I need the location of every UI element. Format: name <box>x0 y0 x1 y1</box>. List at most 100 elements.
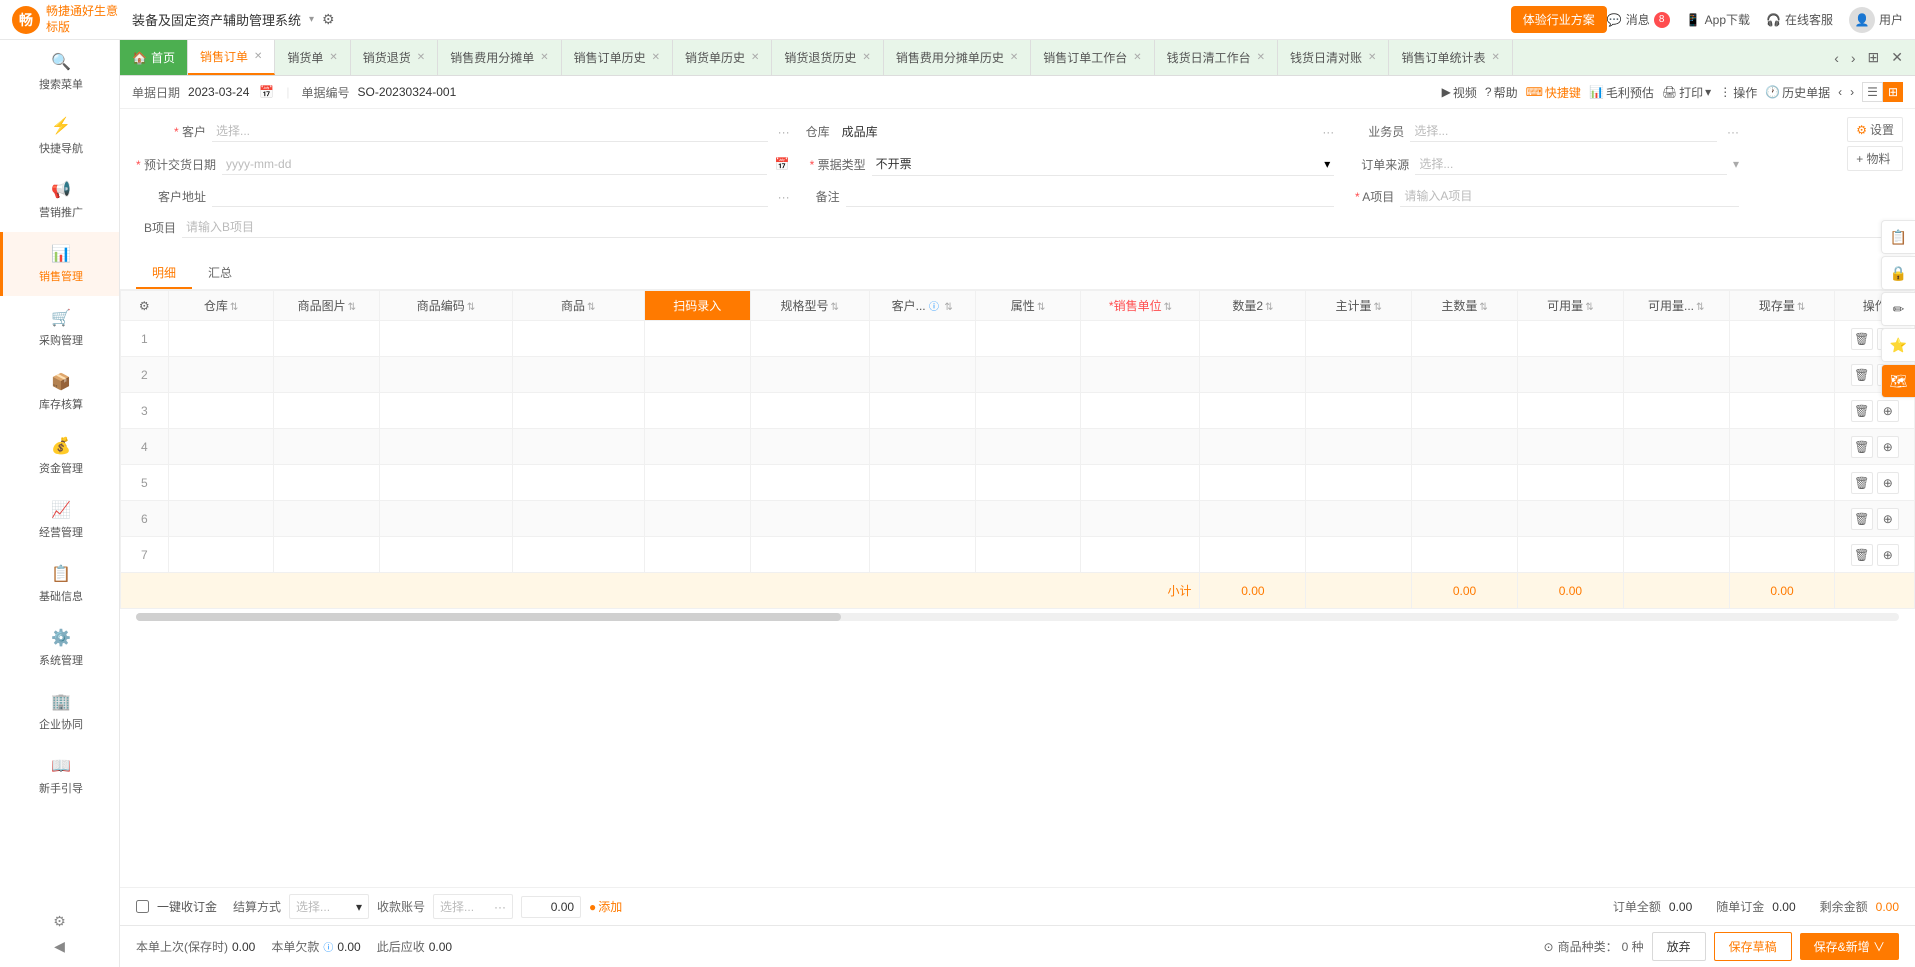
account-select[interactable]: 选择... ··· <box>433 894 513 919</box>
calendar-icon[interactable]: 📅 <box>259 85 274 99</box>
this-debt-info-icon[interactable]: ⓘ <box>323 939 333 954</box>
row-5-delete-button[interactable]: 🗑 <box>1851 472 1873 494</box>
row-2-delete-button[interactable]: 🗑 <box>1851 364 1873 386</box>
sidebar-item-guide[interactable]: 📖 新手引导 <box>0 744 119 808</box>
sidebar-item-inventory[interactable]: 📦 库存核算 <box>0 360 119 424</box>
invoice-select[interactable]: 不开票 ▾ <box>872 152 1335 176</box>
order-source-input[interactable] <box>1415 154 1727 175</box>
tab-sales-return-history[interactable]: 销货退货历史 ✕ <box>772 40 883 75</box>
grid-view-button[interactable]: ⊞ <box>1883 82 1903 102</box>
tab-sales-expense-history[interactable]: 销售费用分摊单历史 ✕ <box>884 40 1031 75</box>
tab-menu-button[interactable]: ⊞ <box>1864 47 1884 68</box>
th-product[interactable]: 商品⇅ <box>512 291 644 321</box>
sidebar-item-quick-nav[interactable]: ⚡ 快捷导航 <box>0 104 119 168</box>
nav-prev-icon[interactable]: ‹ <box>1838 85 1842 99</box>
tab-close-sales-order-history[interactable]: ✕ <box>652 52 660 63</box>
settings-button[interactable]: ⚙ 设置 <box>1847 117 1903 142</box>
gear-icon[interactable]: ⚙ <box>322 11 335 28</box>
th-image[interactable]: 商品图片⇅ <box>274 291 380 321</box>
sidebar-item-search[interactable]: 🔍 搜索菜单 <box>0 40 119 104</box>
tab-sales-bill-history[interactable]: 销货单历史 ✕ <box>673 40 772 75</box>
tab-close-daily-reconcile[interactable]: ✕ <box>1368 52 1376 63</box>
account-more-icon[interactable]: ··· <box>494 900 506 914</box>
row-1-delete-button[interactable]: 🗑 <box>1851 328 1873 350</box>
material-button[interactable]: + 物料 <box>1847 146 1903 171</box>
delivery-date-input[interactable] <box>222 154 767 175</box>
horizontal-scrollbar[interactable] <box>120 609 1915 625</box>
tab-sales-order-history[interactable]: 销售订单历史 ✕ <box>562 40 673 75</box>
sidebar-collapse-button[interactable]: ◀ <box>54 938 65 955</box>
print-dropdown-icon[interactable]: ▾ <box>1705 85 1711 99</box>
sidebar-item-enterprise[interactable]: 🏢 企业协同 <box>0 680 119 744</box>
shortcuts-button[interactable]: ⌨ 快捷键 <box>1526 84 1581 101</box>
message-button[interactable]: 💬 消息 8 <box>1607 11 1670 28</box>
row-5-copy-button[interactable]: ⊕ <box>1877 472 1899 494</box>
tab-daily-clear[interactable]: 钱货日清工作台 ✕ <box>1155 40 1278 75</box>
row-7-copy-button[interactable]: ⊕ <box>1877 544 1899 566</box>
deposit-amount-input[interactable] <box>521 896 581 918</box>
th-main-unit[interactable]: 主计量⇅ <box>1306 291 1412 321</box>
tab-close-sales-order[interactable]: ✕ <box>254 51 262 62</box>
add-payment-button[interactable]: ● 添加 <box>589 898 622 915</box>
dropdown-arrow-icon[interactable]: ▾ <box>309 14 314 25</box>
sidebar-item-finance[interactable]: 💰 资金管理 <box>0 424 119 488</box>
list-view-button[interactable]: ☰ <box>1862 82 1883 102</box>
print-button[interactable]: 🖨 打印 ▾ <box>1662 84 1711 101</box>
operations-button[interactable]: ⋮ 操作 <box>1719 84 1757 101</box>
th-unit[interactable]: *销售单位⇅ <box>1081 291 1200 321</box>
customer-more-icon[interactable]: ··· <box>778 125 790 139</box>
address-input[interactable] <box>212 186 768 207</box>
th-customer-code[interactable]: 客户... ⓘ ⇅ <box>869 291 975 321</box>
th-code[interactable]: 商品编码⇅ <box>380 291 512 321</box>
side-float-btn-1[interactable]: 📋 <box>1881 220 1915 254</box>
view-video-button[interactable]: ▶ 视频 <box>1442 84 1477 101</box>
side-float-btn-2[interactable]: 🔒 <box>1881 256 1915 290</box>
discard-button[interactable]: 放弃 <box>1652 932 1706 961</box>
tab-home[interactable]: 🏠 首页 <box>120 40 188 75</box>
help-button[interactable]: ? 帮助 <box>1485 84 1518 101</box>
customer-code-info-icon[interactable]: ⓘ <box>929 302 939 313</box>
th-current-stock[interactable]: 现存量⇅ <box>1729 291 1835 321</box>
row-6-copy-button[interactable]: ⊕ <box>1877 508 1899 530</box>
sidebar-item-sales[interactable]: 📊 销售管理 <box>0 232 119 296</box>
tab-sales-order[interactable]: 销售订单 ✕ <box>188 40 275 75</box>
sidebar-item-base-info[interactable]: 📋 基础信息 <box>0 552 119 616</box>
tab-close-sales-stats[interactable]: ✕ <box>1491 52 1499 63</box>
tab-sales-return[interactable]: 销货退货 ✕ <box>351 40 438 75</box>
profit-button[interactable]: 📊 毛利预估 <box>1589 84 1654 101</box>
app-download-button[interactable]: 📱 App下载 <box>1686 11 1750 28</box>
th-settings[interactable]: ⚙ <box>121 291 169 321</box>
th-available2[interactable]: 可用量...⇅ <box>1623 291 1729 321</box>
warehouse-more-icon[interactable]: ··· <box>1322 125 1334 139</box>
tab-sales-bill[interactable]: 销货单 ✕ <box>275 40 350 75</box>
order-source-dropdown-icon[interactable]: ▾ <box>1733 157 1739 171</box>
sidebar-item-operations[interactable]: 📈 经营管理 <box>0 488 119 552</box>
sidebar-item-purchase[interactable]: 🛒 采购管理 <box>0 296 119 360</box>
payment-method-select[interactable]: 选择... ▾ <box>289 894 369 919</box>
row-3-delete-button[interactable]: 🗑 <box>1851 400 1873 422</box>
save-draft-button[interactable]: 保存草稿 <box>1714 932 1792 961</box>
tab-close-all-button[interactable]: ✕ <box>1887 47 1907 68</box>
one-click-deposit-checkbox[interactable] <box>136 900 149 913</box>
industry-button[interactable]: 体验行业方案 <box>1511 6 1607 33</box>
th-qty2[interactable]: 数量2⇅ <box>1200 291 1306 321</box>
customer-input[interactable] <box>212 121 768 142</box>
row-4-delete-button[interactable]: 🗑 <box>1851 436 1873 458</box>
row-6-delete-button[interactable]: 🗑 <box>1851 508 1873 530</box>
sidebar-item-system[interactable]: ⚙️ 系统管理 <box>0 616 119 680</box>
tab-summary[interactable]: 汇总 <box>192 258 248 289</box>
one-click-deposit-label[interactable]: 一键收订金 <box>157 898 217 915</box>
nav-next-icon[interactable]: › <box>1850 85 1854 99</box>
th-spec[interactable]: 规格型号⇅ <box>750 291 869 321</box>
salesman-more-icon[interactable]: ··· <box>1727 125 1739 139</box>
side-float-btn-3[interactable]: ✏ <box>1881 292 1915 326</box>
b-project-input[interactable] <box>182 217 1899 238</box>
tab-sales-expense[interactable]: 销售费用分摊单 ✕ <box>438 40 561 75</box>
save-new-button[interactable]: 保存&新增 ∨ <box>1800 933 1899 960</box>
side-float-btn-4[interactable]: ⭐ <box>1881 328 1915 362</box>
row-7-delete-button[interactable]: 🗑 <box>1851 544 1873 566</box>
th-available[interactable]: 可用量⇅ <box>1517 291 1623 321</box>
tab-next-button[interactable]: › <box>1847 48 1860 68</box>
tab-close-daily-clear[interactable]: ✕ <box>1257 52 1265 63</box>
th-main-qty[interactable]: 主数量⇅ <box>1412 291 1518 321</box>
